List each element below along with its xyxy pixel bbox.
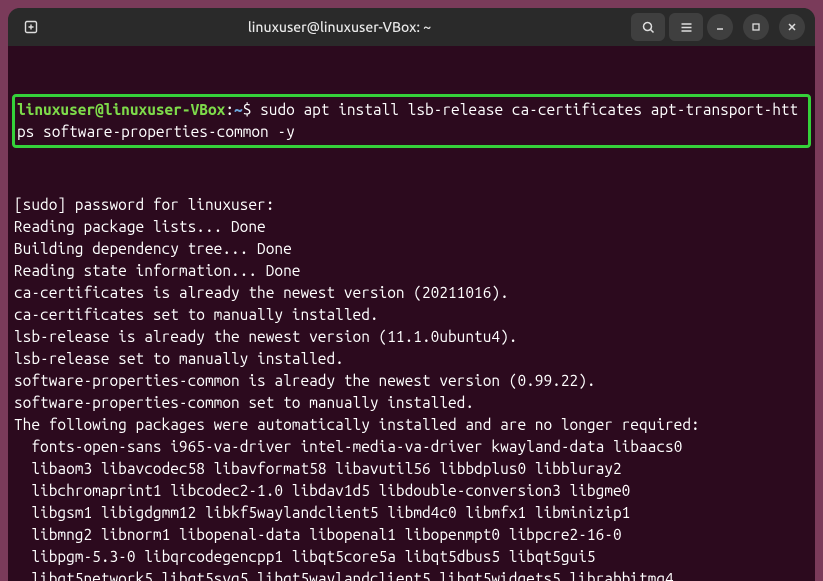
output-line: fonts-open-sans i965-va-driver intel-med… (10, 436, 813, 458)
output-line: lsb-release is already the newest versio… (10, 326, 813, 348)
output-line: software-properties-common is already th… (10, 370, 813, 392)
prompt-colon: : (225, 101, 234, 118)
output-line: The following packages were automaticall… (10, 414, 813, 436)
new-tab-icon (23, 19, 39, 35)
output-line: ca-certificates is already the newest ve… (10, 282, 813, 304)
output-line: libmng2 libnorm1 libopenal-data libopena… (10, 524, 813, 546)
window-title: linuxuser@linuxuser-VBox: ~ (52, 19, 627, 35)
command-highlight: linuxuser@linuxuser-VBox:~$ sudo apt ins… (12, 94, 811, 148)
minimize-icon (714, 21, 726, 33)
output-line: Reading state information... Done (10, 260, 813, 282)
search-button[interactable] (631, 13, 665, 41)
hamburger-icon (679, 20, 694, 35)
output-line: libaom3 libavcodec58 libavformat58 libav… (10, 458, 813, 480)
prompt-user-host: linuxuser@linuxuser-VBox (17, 101, 225, 118)
output-line: Building dependency tree... Done (10, 238, 813, 260)
minimize-button[interactable] (707, 14, 733, 40)
maximize-button[interactable] (743, 14, 769, 40)
terminal-output: [sudo] password for linuxuser:Reading pa… (10, 194, 813, 581)
output-line: libpgm-5.3-0 libqrcodegencpp1 libqt5core… (10, 546, 813, 568)
output-line: [sudo] password for linuxuser: (10, 194, 813, 216)
output-line: libqt5network5 libqt5svg5 libqt5waylandc… (10, 568, 813, 581)
prompt-path: ~ (234, 101, 243, 118)
output-line: ca-certificates set to manually installe… (10, 304, 813, 326)
terminal-body[interactable]: linuxuser@linuxuser-VBox:~$ sudo apt ins… (8, 46, 815, 581)
new-tab-button[interactable] (14, 13, 48, 41)
terminal-window: linuxuser@linuxuser-VBox: ~ (8, 8, 815, 581)
titlebar: linuxuser@linuxuser-VBox: ~ (8, 8, 815, 46)
window-controls (707, 14, 809, 40)
output-line: Reading package lists... Done (10, 216, 813, 238)
output-line: libgsm1 libigdgmm12 libkf5waylandclient5… (10, 502, 813, 524)
close-button[interactable] (779, 14, 805, 40)
output-line: software-properties-common set to manual… (10, 392, 813, 414)
output-line: lsb-release set to manually installed. (10, 348, 813, 370)
search-icon (641, 20, 656, 35)
maximize-icon (750, 21, 762, 33)
prompt-dollar: $ (243, 101, 260, 118)
output-line: libchromaprint1 libcodec2-1.0 libdav1d5 … (10, 480, 813, 502)
menu-button[interactable] (669, 13, 703, 41)
close-icon (786, 21, 798, 33)
